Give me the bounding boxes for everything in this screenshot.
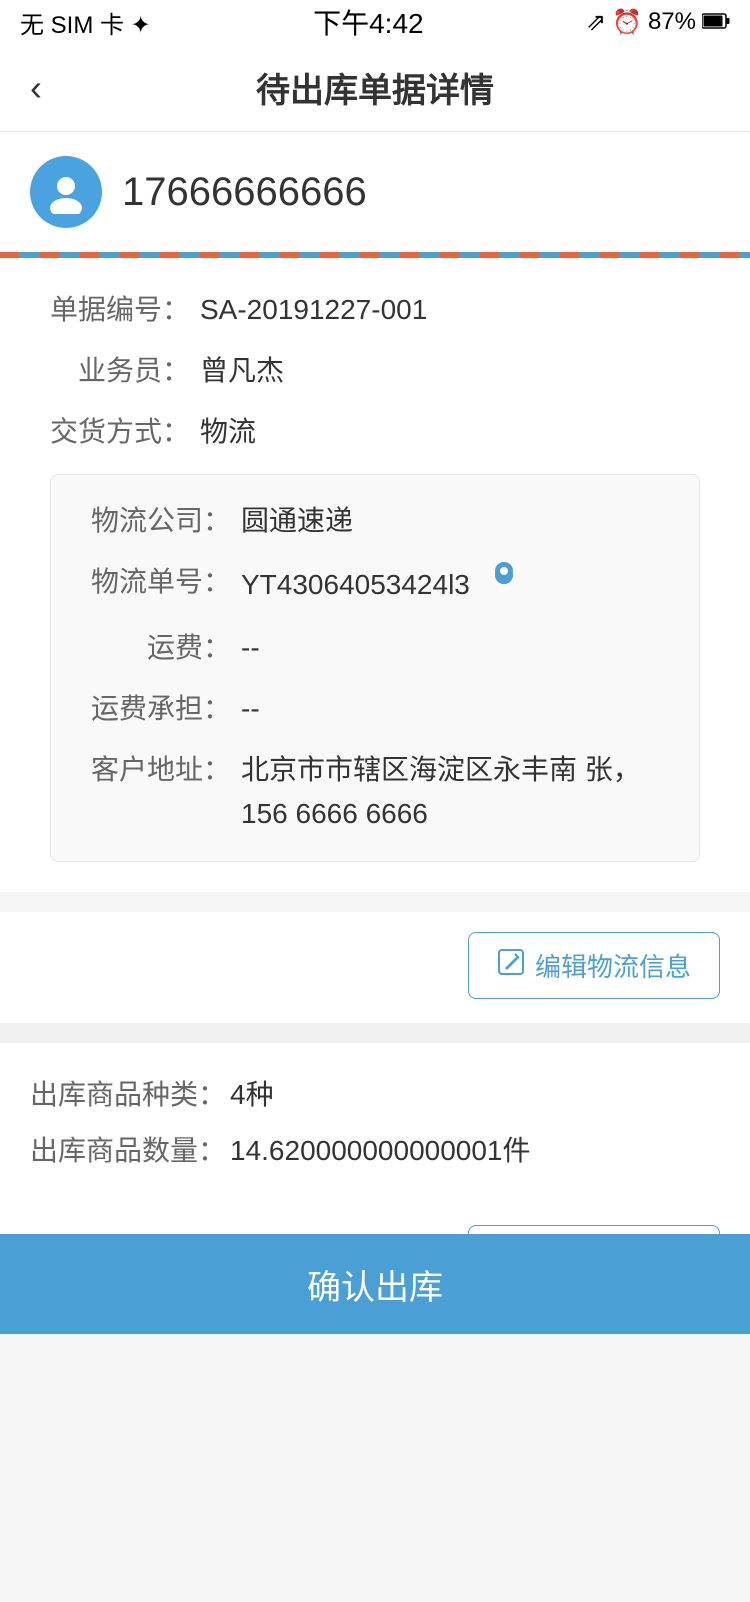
goods-types-label: 出库商品种类： [30, 1073, 230, 1113]
status-left: 无 SIM 卡 ✦ [20, 5, 151, 40]
sales-rep-value: 曾凡杰 [190, 349, 720, 394]
goods-types-value: 4种 [230, 1073, 274, 1113]
goods-types-row: 出库商品种类： 4种 [30, 1073, 720, 1113]
confirm-button[interactable]: 确认出库 [0, 1234, 750, 1334]
address-value: 北京市市辖区海淀区永丰南 张，156 6666 6666 [231, 748, 679, 838]
edit-logistics-label: 编辑物流信息 [535, 947, 691, 984]
status-right: ⇗ ⏰ 87% [586, 8, 730, 37]
logistics-tracking-row: 物流单号： YT43064053424l3 [71, 560, 679, 610]
logistics-tracking-value: YT43064053424l3 [231, 560, 679, 610]
confirm-btn-text: 确认出库 [307, 1260, 443, 1309]
logistics-company-row: 物流公司： 圆通速递 [71, 499, 679, 544]
goods-quantity-label: 出库商品数量： [30, 1129, 230, 1169]
freight-bearer-value: -- [231, 687, 679, 732]
page-title: 待出库单据详情 [256, 63, 494, 112]
location-icon: ⇗ [586, 8, 606, 37]
goods-quantity-row: 出库商品数量： 14.620000000000001件 [30, 1129, 720, 1169]
nav-bar: ‹ 待出库单据详情 [0, 44, 750, 132]
battery-icon [702, 8, 730, 36]
user-section: 17666666666 [0, 132, 750, 252]
user-phone: 17666666666 [122, 170, 367, 215]
delivery-method-value: 物流 [190, 410, 720, 455]
back-button[interactable]: ‹ [30, 67, 42, 109]
freight-value: -- [231, 626, 679, 671]
alarm-icon: ⏰ [612, 8, 642, 37]
avatar [30, 156, 102, 228]
edit-logistics-button[interactable]: 编辑物流信息 [468, 932, 720, 999]
sim-text: 无 SIM 卡 ✦ [20, 5, 151, 40]
logistics-company-label: 物流公司： [71, 499, 231, 544]
section-divider [0, 1023, 750, 1043]
bottom-space [0, 1322, 750, 1602]
status-bar: 无 SIM 卡 ✦ 下午4:42 ⇗ ⏰ 87% [0, 0, 750, 44]
edit-btn-row: 编辑物流信息 [0, 912, 750, 1023]
logistics-card: 物流公司： 圆通速递 物流单号： YT43064053424l3 [50, 474, 700, 862]
address-label: 客户地址： [71, 748, 231, 793]
freight-bearer-label: 运费承担： [71, 687, 231, 732]
freight-bearer-row: 运费承担： -- [71, 687, 679, 732]
sales-rep-label: 业务员： [30, 349, 190, 394]
logistics-tracking-label: 物流单号： [71, 560, 231, 605]
doc-number-row: 单据编号： SA-20191227-001 [30, 288, 720, 333]
freight-label: 运费： [71, 626, 231, 671]
delivery-method-label: 交货方式： [30, 410, 190, 455]
edit-icon [497, 948, 525, 983]
battery-percent: 87% [648, 8, 696, 36]
doc-number-label: 单据编号： [30, 288, 190, 333]
goods-quantity-value: 14.620000000000001件 [230, 1129, 531, 1169]
location-pin-icon[interactable] [486, 560, 522, 610]
doc-number-value: SA-20191227-001 [190, 288, 720, 333]
sales-rep-row: 业务员： 曾凡杰 [30, 349, 720, 394]
logistics-company-value: 圆通速递 [231, 499, 679, 544]
freight-row: 运费： -- [71, 626, 679, 671]
status-time: 下午4:42 [313, 2, 424, 42]
delivery-method-row: 交货方式： 物流 [30, 410, 720, 455]
goods-section: 出库商品种类： 4种 出库商品数量： 14.620000000000001件 [0, 1043, 750, 1205]
address-row: 客户地址： 北京市市辖区海淀区永丰南 张，156 6666 6666 [71, 748, 679, 838]
basic-info-section: 单据编号： SA-20191227-001 业务员： 曾凡杰 交货方式： 物流 … [0, 258, 750, 892]
